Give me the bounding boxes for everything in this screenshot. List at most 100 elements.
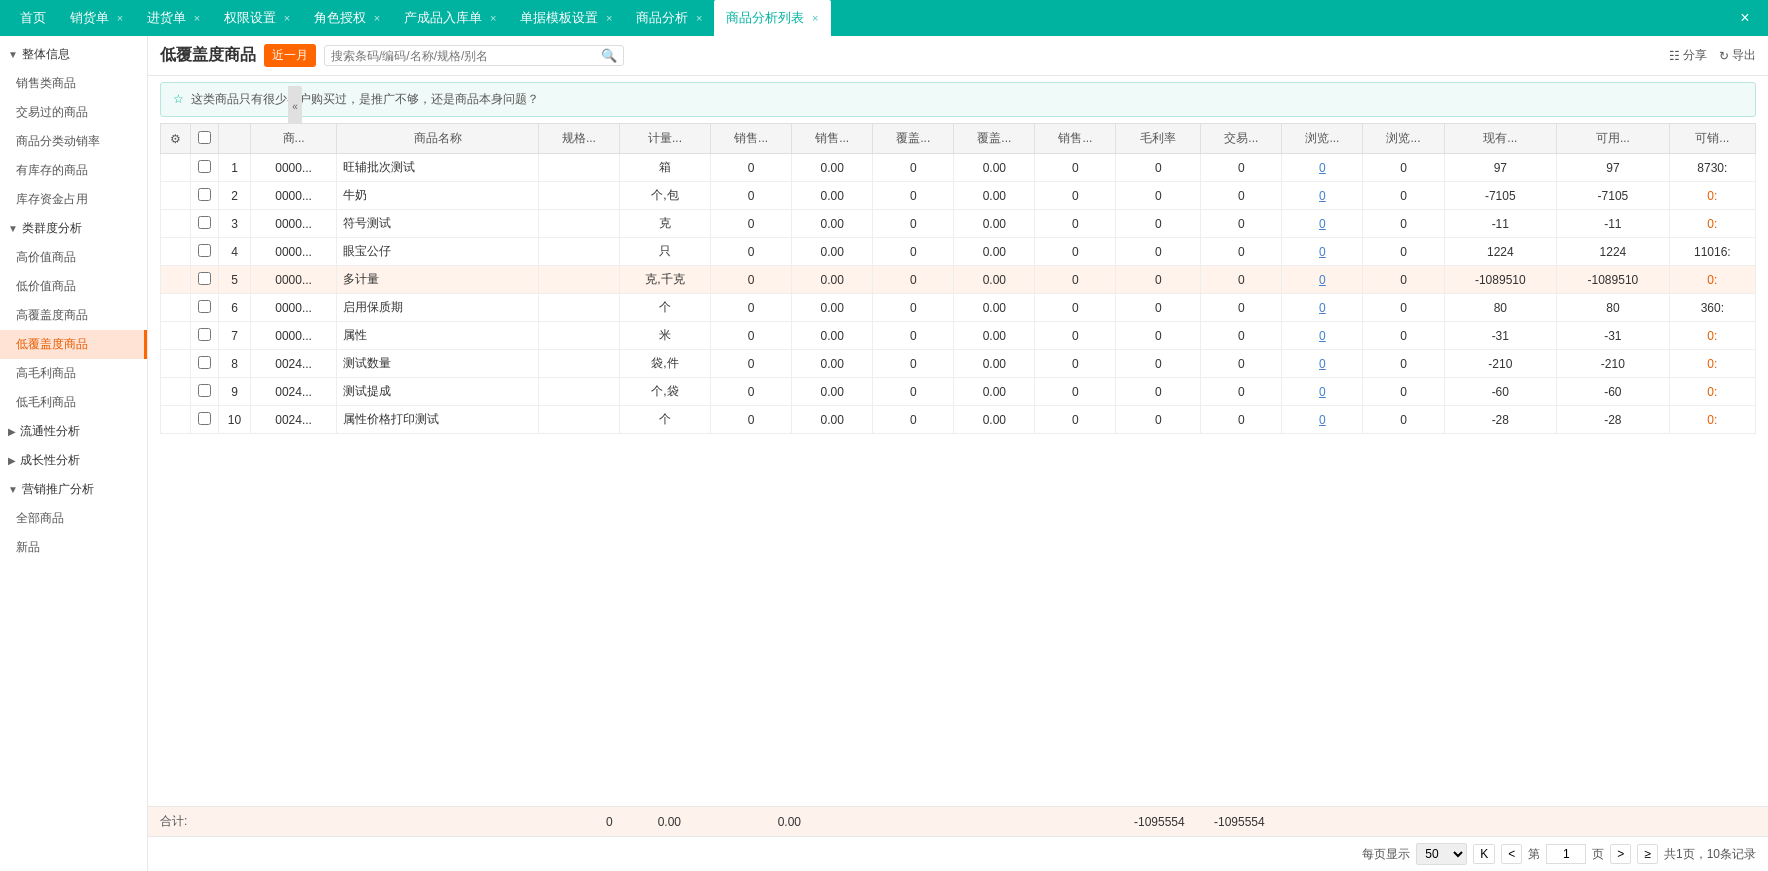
table-row: 8 0024... 测试数量 袋,件 0 0.00 0 0.00 0 0 0 0… <box>161 350 1756 378</box>
sidebar-section-overall[interactable]: ▼ 整体信息 <box>0 40 147 69</box>
page-suffix: 页 <box>1592 846 1604 863</box>
nav-close-products[interactable]: × <box>490 12 496 24</box>
sidebar-section-marketing[interactable]: ▼ 营销推广分析 <box>0 475 147 504</box>
sidebar-item-low-value[interactable]: 低价值商品 <box>0 272 147 301</box>
row-checkbox[interactable] <box>198 412 211 425</box>
cell-browse1[interactable]: 0 <box>1282 154 1363 182</box>
sidebar-section-flow[interactable]: ▶ 流通性分析 <box>0 417 147 446</box>
sidebar-item-low-coverage[interactable]: 低覆盖度商品 <box>0 330 147 359</box>
cell-code: 0024... <box>251 378 337 406</box>
sidebar-item-all-goods[interactable]: 全部商品 <box>0 504 147 533</box>
browse-link[interactable]: 0 <box>1319 217 1326 231</box>
browse-link[interactable]: 0 <box>1319 189 1326 203</box>
cell-check[interactable] <box>191 238 219 266</box>
export-btn[interactable]: ↻ 导出 <box>1719 47 1756 64</box>
nav-item-products[interactable]: 产成品入库单 × <box>392 0 508 36</box>
browse-link[interactable]: 0 <box>1319 357 1326 371</box>
nav-item-roles[interactable]: 角色授权 × <box>302 0 392 36</box>
page-size-select[interactable]: 50 100 200 <box>1416 843 1467 865</box>
cell-check[interactable] <box>191 350 219 378</box>
cell-browse1[interactable]: 0 <box>1282 350 1363 378</box>
window-close-btn[interactable]: × <box>1730 0 1760 36</box>
cell-browse1[interactable]: 0 <box>1282 238 1363 266</box>
select-all-checkbox[interactable] <box>198 131 211 144</box>
nav-item-purchase[interactable]: 进货单 × <box>135 0 212 36</box>
top-navigation: 首页 销货单 × 进货单 × 权限设置 × 角色授权 × 产成品入库单 × 单据… <box>0 0 1768 36</box>
cell-browse1[interactable]: 0 <box>1282 266 1363 294</box>
sidebar-section-cluster[interactable]: ▼ 类群度分析 <box>0 214 147 243</box>
row-checkbox[interactable] <box>198 384 211 397</box>
nav-item-analysis-list[interactable]: 商品分析列表 × <box>714 0 830 36</box>
cell-check[interactable] <box>191 406 219 434</box>
row-checkbox[interactable] <box>198 300 211 313</box>
sidebar-section-growth[interactable]: ▶ 成长性分析 <box>0 446 147 475</box>
nav-close-sales[interactable]: × <box>117 12 123 24</box>
browse-link[interactable]: 0 <box>1319 161 1326 175</box>
nav-close-analysis[interactable]: × <box>696 12 702 24</box>
nav-item-sales[interactable]: 销货单 × <box>58 0 135 36</box>
cell-browse1[interactable]: 0 <box>1282 406 1363 434</box>
cell-check[interactable] <box>191 210 219 238</box>
nav-item-home[interactable]: 首页 <box>8 0 58 36</box>
cell-browse1[interactable]: 0 <box>1282 210 1363 238</box>
nav-item-permissions[interactable]: 权限设置 × <box>212 0 302 36</box>
page-number-input[interactable] <box>1546 844 1586 864</box>
row-checkbox[interactable] <box>198 272 211 285</box>
sidebar-item-high-value[interactable]: 高价值商品 <box>0 243 147 272</box>
cell-browse1[interactable]: 0 <box>1282 378 1363 406</box>
cell-unit: 克 <box>619 210 710 238</box>
row-checkbox[interactable] <box>198 356 211 369</box>
row-checkbox[interactable] <box>198 188 211 201</box>
share-btn[interactable]: ☷ 分享 <box>1669 47 1707 64</box>
row-checkbox[interactable] <box>198 160 211 173</box>
nav-item-analysis[interactable]: 商品分析 × <box>624 0 714 36</box>
sidebar-item-high-profit[interactable]: 高毛利商品 <box>0 359 147 388</box>
cell-check[interactable] <box>191 182 219 210</box>
search-input[interactable] <box>331 49 601 63</box>
nav-close-analysis-list[interactable]: × <box>812 12 818 24</box>
cell-sales1: 0 <box>711 266 792 294</box>
sidebar-collapse-btn[interactable]: « <box>288 86 302 126</box>
last-page-btn[interactable]: ≥ <box>1637 844 1658 864</box>
browse-link[interactable]: 0 <box>1319 385 1326 399</box>
browse-link[interactable]: 0 <box>1319 245 1326 259</box>
browse-link[interactable]: 0 <box>1319 329 1326 343</box>
row-checkbox[interactable] <box>198 328 211 341</box>
cell-browse1[interactable]: 0 <box>1282 182 1363 210</box>
browse-link[interactable]: 0 <box>1319 273 1326 287</box>
browse-link[interactable]: 0 <box>1319 413 1326 427</box>
sidebar-item-in-stock[interactable]: 有库存的商品 <box>0 156 147 185</box>
cell-check[interactable] <box>191 294 219 322</box>
cell-check[interactable] <box>191 322 219 350</box>
sidebar-item-inventory-capital[interactable]: 库存资金占用 <box>0 185 147 214</box>
cell-check[interactable] <box>191 266 219 294</box>
sidebar-item-category-rate[interactable]: 商品分类动销率 <box>0 127 147 156</box>
first-page-btn[interactable]: K <box>1473 844 1495 864</box>
browse-link[interactable]: 0 <box>1319 301 1326 315</box>
cell-check[interactable] <box>191 378 219 406</box>
cell-unit: 米 <box>619 322 710 350</box>
nav-close-purchase[interactable]: × <box>194 12 200 24</box>
cell-check[interactable] <box>191 154 219 182</box>
filter-recent-month-btn[interactable]: 近一月 <box>264 44 316 67</box>
row-checkbox[interactable] <box>198 244 211 257</box>
cell-current: -210 <box>1444 350 1557 378</box>
next-page-btn[interactable]: > <box>1610 844 1631 864</box>
cell-browse1[interactable]: 0 <box>1282 322 1363 350</box>
cell-sales3: 0 <box>1035 350 1116 378</box>
cell-unit: 个 <box>619 406 710 434</box>
nav-item-templates[interactable]: 单据模板设置 × <box>508 0 624 36</box>
nav-close-templates[interactable]: × <box>606 12 612 24</box>
col-header-settings[interactable]: ⚙ <box>161 124 191 154</box>
nav-close-permissions[interactable]: × <box>284 12 290 24</box>
cell-browse1[interactable]: 0 <box>1282 294 1363 322</box>
cell-cover1: 0 <box>873 294 954 322</box>
row-checkbox[interactable] <box>198 216 211 229</box>
prev-page-btn[interactable]: < <box>1501 844 1522 864</box>
sidebar-item-low-profit[interactable]: 低毛利商品 <box>0 388 147 417</box>
sidebar-item-new-goods[interactable]: 新品 <box>0 533 147 562</box>
nav-close-roles[interactable]: × <box>374 12 380 24</box>
sidebar-item-sales-goods[interactable]: 销售类商品 <box>0 69 147 98</box>
sidebar-item-traded-goods[interactable]: 交易过的商品 <box>0 98 147 127</box>
sidebar-item-high-coverage[interactable]: 高覆盖度商品 <box>0 301 147 330</box>
